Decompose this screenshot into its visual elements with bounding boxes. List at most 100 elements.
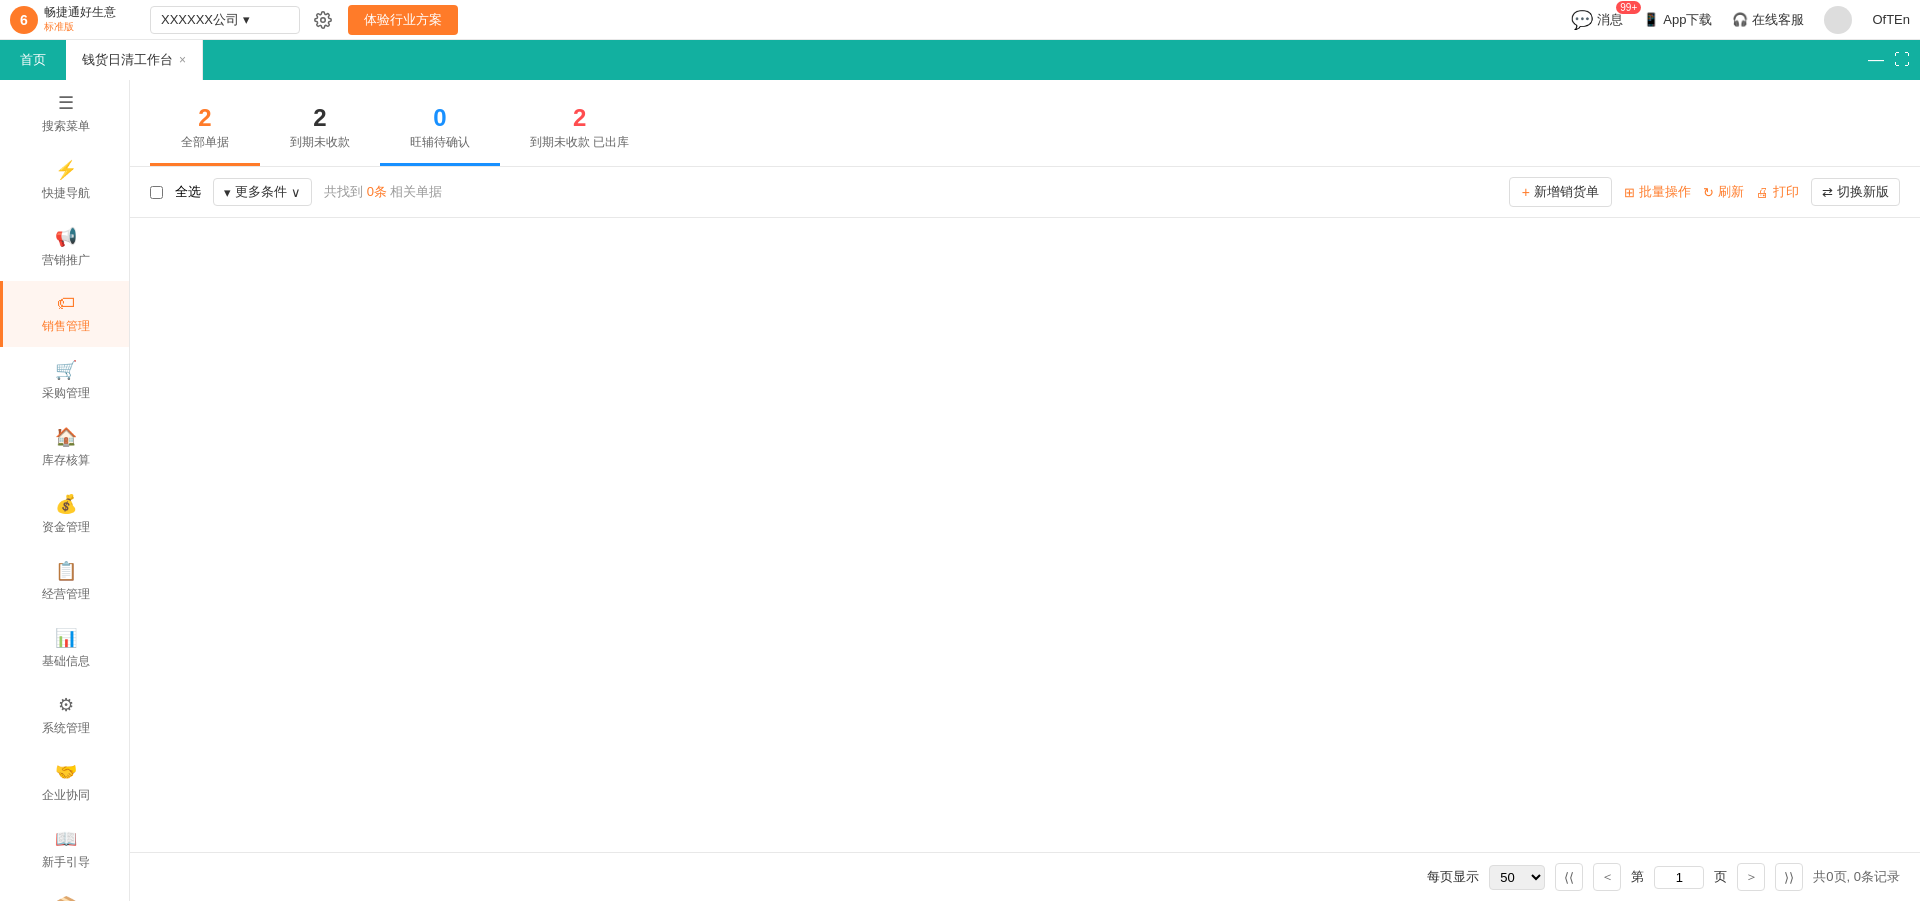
header-right: 💬 消息 99+ 📱 App下载 🎧 在线客服 OfTEn — [1571, 6, 1910, 34]
sidebar-item-quick-nav[interactable]: ⚡ 快捷导航 — [0, 147, 129, 214]
logo-icon: 6 — [10, 6, 38, 34]
chevron-down-icon: ▾ — [243, 12, 250, 27]
operation-icon: 📋 — [55, 560, 77, 582]
notification-area[interactable]: 💬 消息 99+ — [1571, 9, 1623, 31]
finance-icon: 💰 — [55, 493, 77, 515]
sidebar: ☰ 搜索菜单 ⚡ 快捷导航 📢 营销推广 🏷 销售管理 🛒 采购管理 🏠 库存核… — [0, 80, 130, 901]
toolbar: 全选 ▾ 更多条件 ∨ 共找到 0条 相关单据 + 新增销货单 ⊞ 批量操作 — [130, 167, 1920, 218]
sidebar-label-inventory: 库存核算 — [42, 452, 90, 469]
table-area — [130, 218, 1920, 852]
result-suffix: 相关单据 — [390, 184, 442, 199]
online-service-label: 在线客服 — [1752, 11, 1804, 29]
sidebar-item-guide[interactable]: 📖 新手引导 — [0, 816, 129, 883]
next-page-button[interactable]: ＞ — [1737, 863, 1765, 891]
chevron-icon: ∨ — [291, 185, 301, 200]
sidebar-item-operation[interactable]: 📋 经营管理 — [0, 548, 129, 615]
sidebar-item-finance[interactable]: 💰 资金管理 — [0, 481, 129, 548]
per-page-select[interactable]: 50 20 100 — [1489, 865, 1545, 890]
notification-icon: 💬 — [1571, 9, 1593, 31]
prev-page-button[interactable]: ＜ — [1593, 863, 1621, 891]
sidebar-item-sales[interactable]: 🏷 销售管理 — [0, 281, 129, 347]
logo-badge: 标准版 — [44, 20, 116, 34]
svg-point-0 — [321, 17, 326, 22]
company-name: XXXXXX公司 — [161, 11, 239, 29]
sidebar-label-quick-nav: 快捷导航 — [42, 185, 90, 202]
app-download-button[interactable]: 📱 App下载 — [1643, 11, 1712, 29]
stat-tab-all[interactable]: 2 全部单据 — [150, 96, 260, 166]
sidebar-item-purchase[interactable]: 🛒 采购管理 — [0, 347, 129, 414]
plus-icon: + — [1522, 184, 1530, 200]
page-input[interactable] — [1654, 866, 1704, 889]
refresh-button[interactable]: ↻ 刷新 — [1703, 183, 1744, 201]
tab-minimize-icon[interactable]: — — [1868, 51, 1884, 69]
last-page-button[interactable]: ⟩⟩ — [1775, 863, 1803, 891]
select-all-checkbox[interactable] — [150, 186, 163, 199]
user-avatar[interactable] — [1824, 6, 1852, 34]
stat-tab-overdue[interactable]: 2 到期未收款 — [260, 96, 380, 166]
print-button[interactable]: 🖨 打印 — [1756, 183, 1799, 201]
tab-workbench[interactable]: 钱货日清工作台 × — [66, 40, 203, 80]
mobile-icon: 📱 — [1643, 12, 1659, 27]
online-service-button[interactable]: 🎧 在线客服 — [1732, 11, 1804, 29]
tab-maximize-icon[interactable]: ⛶ — [1894, 51, 1910, 69]
experience-button[interactable]: 体验行业方案 — [348, 5, 458, 35]
main-layout: ☰ 搜索菜单 ⚡ 快捷导航 📢 营销推广 🏷 销售管理 🛒 采购管理 🏠 库存核… — [0, 80, 1920, 901]
inventory-icon: 🏠 — [55, 426, 77, 448]
page-label: 第 — [1631, 868, 1644, 886]
switch-label: 切换新版 — [1837, 183, 1889, 201]
guide-icon: 📖 — [55, 828, 77, 850]
refresh-label: 刷新 — [1718, 183, 1744, 201]
stats-tabs: 2 全部单据 2 到期未收款 0 旺辅待确认 2 到期未收款 已出库 — [130, 80, 1920, 167]
company-selector[interactable]: XXXXXX公司 ▾ — [150, 6, 300, 34]
sidebar-item-inventory[interactable]: 🏠 库存核算 — [0, 414, 129, 481]
switch-version-button[interactable]: ⇄ 切换新版 — [1811, 178, 1900, 206]
quick-nav-icon: ⚡ — [55, 159, 77, 181]
tab-home[interactable]: 首页 — [0, 40, 66, 80]
purchase-icon: 🛒 — [55, 359, 77, 381]
print-icon: 🖨 — [1756, 185, 1769, 200]
print-label: 打印 — [1773, 183, 1799, 201]
headset-icon: 🎧 — [1732, 12, 1748, 27]
stat-number-overdue: 2 — [313, 104, 326, 132]
first-page-button[interactable]: ⟨⟨ — [1555, 863, 1583, 891]
sidebar-item-base-info[interactable]: 📊 基础信息 — [0, 615, 129, 682]
system-icon: ⚙ — [58, 694, 74, 716]
filter-button[interactable]: ▾ 更多条件 ∨ — [213, 178, 312, 206]
page-suffix: 页 — [1714, 868, 1727, 886]
result-count: 0条 — [367, 184, 387, 199]
sidebar-label-system: 系统管理 — [42, 720, 90, 737]
sidebar-label-purchase: 采购管理 — [42, 385, 90, 402]
sidebar-label-finance: 资金管理 — [42, 519, 90, 536]
stat-tab-shipped[interactable]: 2 到期未收款 已出库 — [500, 96, 659, 166]
logo-area: 6 畅捷通好生意 标准版 — [10, 5, 140, 35]
add-sales-order-button[interactable]: + 新增销货单 — [1509, 177, 1612, 207]
marketing-icon: 📢 — [55, 226, 77, 248]
sidebar-item-app-center[interactable]: 📦 应用中心 — [0, 883, 129, 901]
sidebar-item-marketing[interactable]: 📢 营销推广 — [0, 214, 129, 281]
stat-number-shipped: 2 — [573, 104, 586, 132]
app-center-icon: 📦 — [55, 895, 77, 901]
sidebar-label-marketing: 营销推广 — [42, 252, 90, 269]
tab-workbench-label: 钱货日清工作台 — [82, 51, 173, 69]
filter-label: 更多条件 — [235, 183, 287, 201]
total-records: 共0页, 0条记录 — [1813, 868, 1900, 886]
sidebar-item-system[interactable]: ⚙ 系统管理 — [0, 682, 129, 749]
content-area: 2 全部单据 2 到期未收款 0 旺辅待确认 2 到期未收款 已出库 全选 ▾ … — [130, 80, 1920, 901]
sidebar-item-enterprise[interactable]: 🤝 企业协同 — [0, 749, 129, 816]
notification-badge: 99+ — [1616, 1, 1641, 14]
batch-icon: ⊞ — [1624, 185, 1635, 200]
base-info-icon: 📊 — [55, 627, 77, 649]
batch-operation-button[interactable]: ⊞ 批量操作 — [1624, 183, 1691, 201]
logo-text: 畅捷通好生意 — [44, 5, 116, 21]
user-name[interactable]: OfTEn — [1872, 12, 1910, 27]
top-header: 6 畅捷通好生意 标准版 XXXXXX公司 ▾ 体验行业方案 💬 消息 99+ … — [0, 0, 1920, 40]
settings-button[interactable] — [308, 5, 338, 35]
stat-label-all: 全部单据 — [181, 134, 229, 151]
select-all-label: 全选 — [175, 183, 201, 201]
tab-close-icon[interactable]: × — [179, 53, 186, 67]
refresh-icon: ↻ — [1703, 185, 1714, 200]
stat-tab-wangfu[interactable]: 0 旺辅待确认 — [380, 96, 500, 166]
sidebar-item-search-menu[interactable]: ☰ 搜索菜单 — [0, 80, 129, 147]
sales-icon: 🏷 — [57, 293, 75, 314]
app-download-label: App下载 — [1663, 11, 1712, 29]
